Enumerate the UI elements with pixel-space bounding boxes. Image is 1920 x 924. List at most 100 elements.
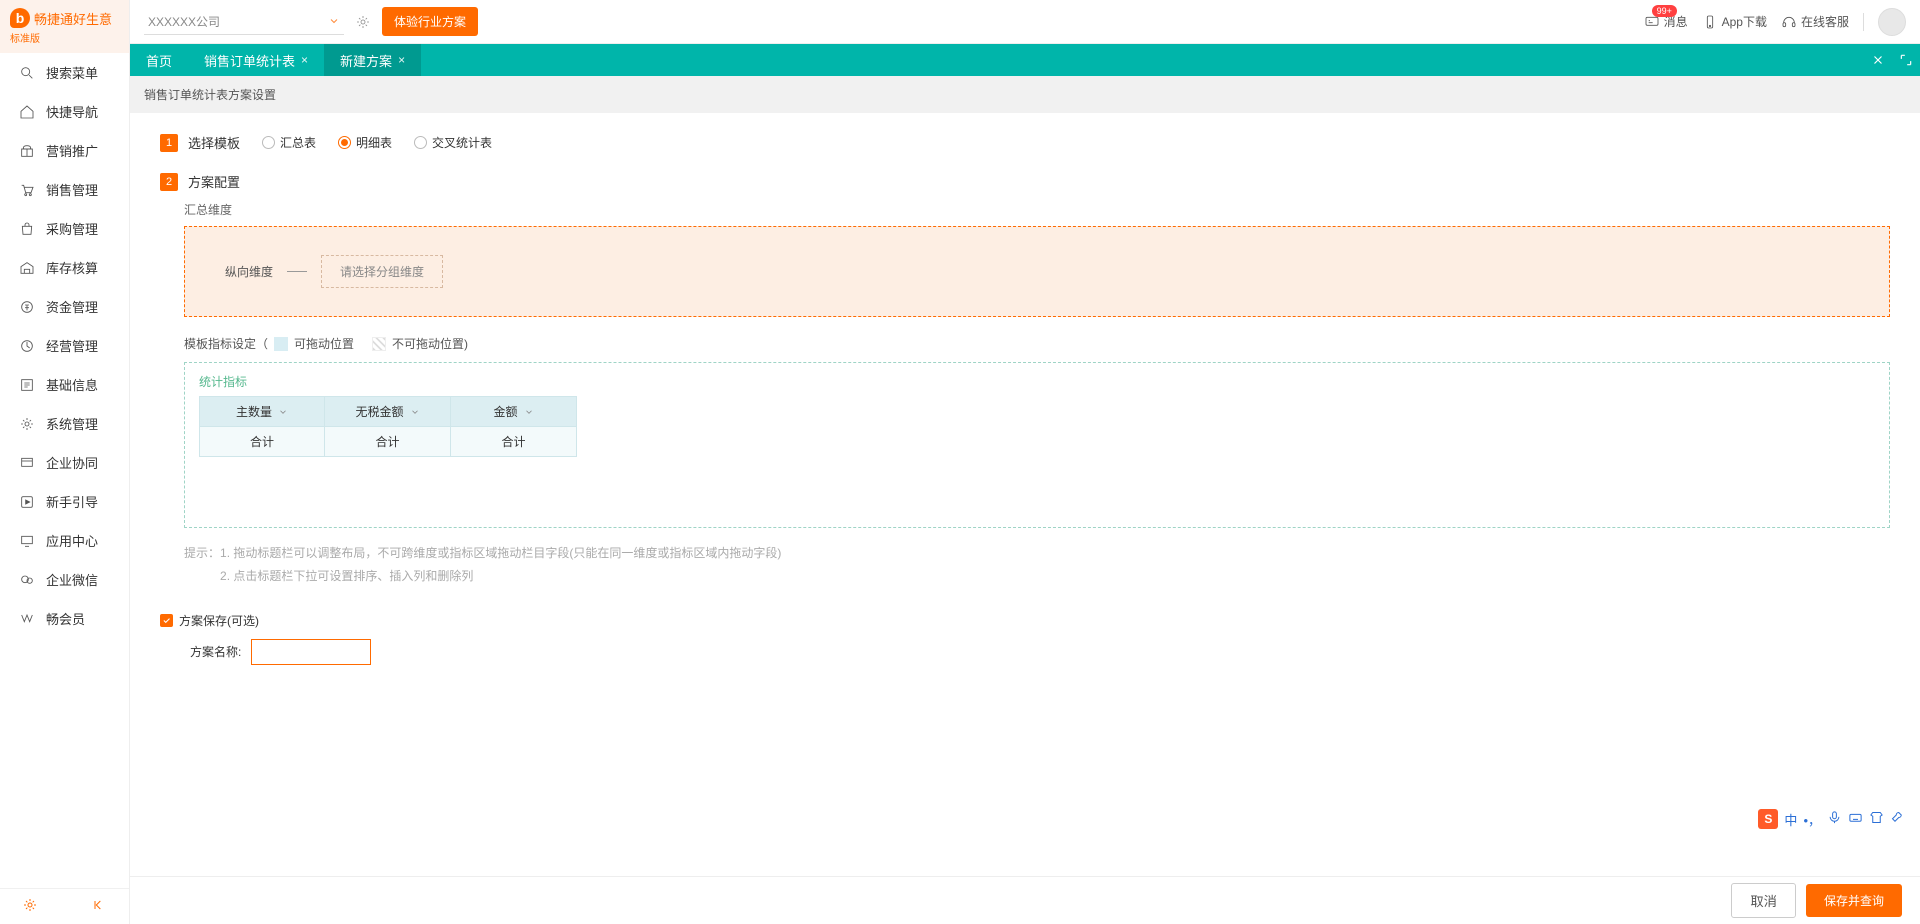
tabs-expand-button[interactable] xyxy=(1892,44,1920,76)
list-icon xyxy=(18,376,36,394)
tab-new-scheme[interactable]: 新建方案× xyxy=(324,44,421,76)
scheme-name-input[interactable] xyxy=(251,639,371,665)
play-icon xyxy=(18,493,36,511)
sidebar-item-purchase[interactable]: 采购管理 xyxy=(0,209,129,248)
metric-table: 主数量 合计 无税金额 合计 金额 合计 xyxy=(199,396,1875,457)
metric-header-qty[interactable]: 主数量 xyxy=(200,397,324,426)
legend-row: 模板指标设定（ 可拖动位置 不可拖动位置) xyxy=(184,335,1890,352)
sidebar-item-inventory[interactable]: 库存核算 xyxy=(0,248,129,287)
metric-cell: 合计 xyxy=(325,426,450,456)
company-settings-button[interactable] xyxy=(354,13,372,31)
ime-lang[interactable]: 中 xyxy=(1784,810,1797,829)
wechat-icon xyxy=(18,571,36,589)
collapse-icon[interactable] xyxy=(91,897,107,916)
dimension-header: 汇总维度 xyxy=(184,201,1890,218)
dimension-select[interactable]: 请选择分组维度 xyxy=(321,255,443,288)
chevron-down-icon xyxy=(524,407,534,417)
ime-tool-icon[interactable] xyxy=(1890,810,1905,828)
ime-toolbar[interactable]: S 中 •， xyxy=(1753,806,1910,832)
sidebar-item-sales[interactable]: 销售管理 xyxy=(0,170,129,209)
ime-mic-icon[interactable] xyxy=(1827,810,1842,828)
collab-icon xyxy=(18,454,36,472)
sidebar-item-wechat[interactable]: 企业微信 xyxy=(0,560,129,599)
app-download-link[interactable]: App下载 xyxy=(1702,13,1767,30)
sidebar-item-member[interactable]: 畅会员 xyxy=(0,599,129,638)
search-icon xyxy=(18,64,36,82)
ime-keyboard-icon[interactable] xyxy=(1848,810,1863,828)
ime-skin-icon[interactable] xyxy=(1869,810,1884,828)
warehouse-icon xyxy=(18,259,36,277)
radio-cross[interactable]: 交叉统计表 xyxy=(414,134,492,151)
sidebar-item-guide[interactable]: 新手引导 xyxy=(0,482,129,521)
metric-dropzone: 统计指标 主数量 合计 无税金额 合计 金额 合计 xyxy=(184,362,1890,528)
gear-icon xyxy=(18,415,36,433)
step-2-title: 方案配置 xyxy=(188,172,240,191)
tv-icon xyxy=(18,532,36,550)
sidebar: b 畅捷通好生意 标准版 搜索菜单 快捷导航 营销推广 销售管理 采购管理 库存… xyxy=(0,0,130,924)
metric-col-pretax[interactable]: 无税金额 合计 xyxy=(325,396,451,457)
company-select[interactable]: XXXXXX公司 xyxy=(144,9,344,35)
metric-cell: 合计 xyxy=(200,426,324,456)
sidebar-item-apps[interactable]: 应用中心 xyxy=(0,521,129,560)
tabs-bar: 首页 销售订单统计表× 新建方案× xyxy=(130,44,1920,76)
step-1-row: 1 选择模板 汇总表 明细表 交叉统计表 xyxy=(160,133,1890,152)
metric-col-amount[interactable]: 金额 合计 xyxy=(451,396,577,457)
chart-icon xyxy=(18,337,36,355)
home-icon xyxy=(18,103,36,121)
messages-link[interactable]: 99+ 消息 xyxy=(1644,13,1688,30)
avatar[interactable] xyxy=(1878,8,1906,36)
promo-button[interactable]: 体验行业方案 xyxy=(382,7,478,36)
metric-col-qty[interactable]: 主数量 合计 xyxy=(199,396,325,457)
radio-detail[interactable]: 明细表 xyxy=(338,134,392,151)
legend-swatch-locked xyxy=(372,337,386,351)
scheme-name-label: 方案名称: xyxy=(190,643,241,660)
step-1-title: 选择模板 xyxy=(188,133,240,152)
metric-cell: 合计 xyxy=(451,426,576,456)
online-service-link[interactable]: 在线客服 xyxy=(1781,13,1849,30)
sidebar-item-operation[interactable]: 经营管理 xyxy=(0,326,129,365)
sidebar-item-search[interactable]: 搜索菜单 xyxy=(0,53,129,92)
step-2-row: 2 方案配置 xyxy=(160,172,1890,191)
cancel-button[interactable]: 取消 xyxy=(1731,883,1796,918)
sidebar-item-system[interactable]: 系统管理 xyxy=(0,404,129,443)
save-query-button[interactable]: 保存并查询 xyxy=(1806,884,1902,917)
content-area: 销售订单统计表方案设置 1 选择模板 汇总表 明细表 交叉统计表 2 方案配置 xyxy=(130,76,1920,924)
chevron-down-icon xyxy=(278,407,288,417)
coin-icon xyxy=(18,298,36,316)
messages-badge: 99+ xyxy=(1652,5,1677,17)
save-scheme-row: 方案保存(可选) xyxy=(160,612,1890,629)
dimension-label: 纵向维度 xyxy=(225,263,273,280)
save-scheme-label: 方案保存(可选) xyxy=(179,612,259,629)
hint-block: 提示：1. 拖动标题栏可以调整布局，不可跨维度或指标区域拖动栏目字段(只能在同一… xyxy=(184,542,1890,588)
sidebar-item-marketing[interactable]: 营销推广 xyxy=(0,131,129,170)
logo-text: 畅捷通好生意 xyxy=(34,9,112,28)
chevron-down-icon xyxy=(328,15,340,27)
sidebar-item-basicinfo[interactable]: 基础信息 xyxy=(0,365,129,404)
sidebar-item-collab[interactable]: 企业协同 xyxy=(0,443,129,482)
metric-header-amount[interactable]: 金额 xyxy=(451,397,576,426)
radio-summary[interactable]: 汇总表 xyxy=(262,134,316,151)
sidebar-item-quicknav[interactable]: 快捷导航 xyxy=(0,92,129,131)
company-name: XXXXXX公司 xyxy=(148,13,220,30)
connector-line xyxy=(287,271,307,272)
step-badge-2: 2 xyxy=(160,173,178,191)
dimension-dropzone[interactable]: 纵向维度 请选择分组维度 xyxy=(184,226,1890,317)
logo-icon: b xyxy=(10,8,30,28)
tabs-close-button[interactable] xyxy=(1864,44,1892,76)
tab-home[interactable]: 首页 xyxy=(130,44,188,76)
close-icon[interactable]: × xyxy=(398,53,405,67)
logo-edition: 标准版 xyxy=(10,30,119,45)
cart-icon xyxy=(18,181,36,199)
action-bar: 取消 保存并查询 xyxy=(130,876,1920,924)
save-scheme-checkbox[interactable] xyxy=(160,614,173,627)
close-icon[interactable]: × xyxy=(301,53,308,67)
ime-punct-icon[interactable]: •， xyxy=(1803,810,1821,829)
logo-block: b 畅捷通好生意 标准版 xyxy=(0,0,129,53)
settings-icon[interactable] xyxy=(22,897,38,916)
metric-header-pretax[interactable]: 无税金额 xyxy=(325,397,450,426)
sidebar-item-finance[interactable]: 资金管理 xyxy=(0,287,129,326)
vip-icon xyxy=(18,610,36,628)
ime-logo-icon: S xyxy=(1758,809,1778,829)
legend-swatch-movable xyxy=(274,337,288,351)
tab-sales-order-stats[interactable]: 销售订单统计表× xyxy=(188,44,324,76)
